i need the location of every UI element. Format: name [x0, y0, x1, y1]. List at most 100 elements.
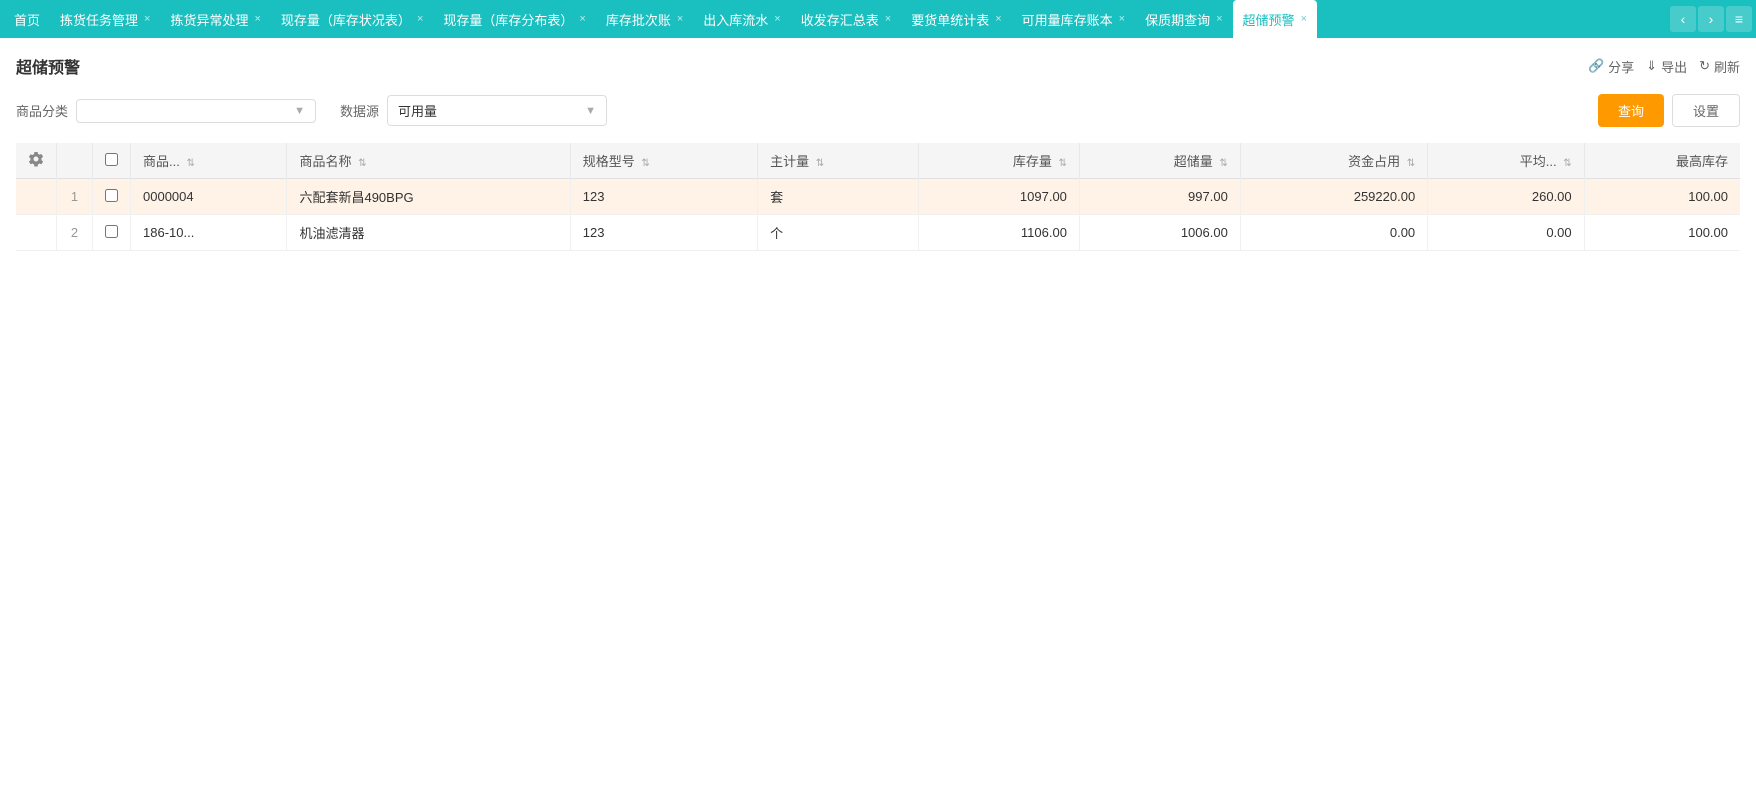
row-avg: 0.00: [1428, 215, 1584, 251]
close-icon[interactable]: ×: [254, 13, 260, 25]
row-unit: 套: [758, 179, 919, 215]
col-header-avg[interactable]: 平均... ⇅: [1428, 143, 1584, 179]
settings-button[interactable]: 设置: [1672, 94, 1740, 127]
close-icon[interactable]: ×: [774, 13, 780, 25]
col-header-overstock[interactable]: 超储量 ⇅: [1079, 143, 1240, 179]
category-label: 商品分类: [16, 101, 68, 120]
sort-icon: ⇅: [1407, 158, 1415, 169]
page-title: 超储预警: [16, 54, 80, 78]
datasource-select-value: 可用量: [398, 101, 437, 120]
row-settings-cell: [16, 179, 57, 215]
page-header: 超储预警 🔗 分享 ⇓ 导出 ↻ 刷新: [16, 54, 1740, 78]
export-button[interactable]: ⇓ 导出: [1646, 57, 1687, 76]
nav-inout-flow[interactable]: 出入库流水 ×: [693, 0, 790, 38]
filter-category: 商品分类 ▼: [16, 99, 316, 123]
table-row: 2 186-10... 机油滤清器 123 个 1106.00 1006.00 …: [16, 215, 1740, 251]
col-header-stock[interactable]: 库存量 ⇅: [919, 143, 1080, 179]
row-product-code: 0000004: [131, 179, 287, 215]
nav-collect-summary[interactable]: 收发存汇总表 ×: [791, 0, 901, 38]
nav-home[interactable]: 首页: [4, 0, 50, 38]
row-overstock: 1006.00: [1079, 215, 1240, 251]
share-button[interactable]: 🔗 分享: [1588, 57, 1634, 76]
row-spec: 123: [570, 179, 757, 215]
select-all-checkbox[interactable]: [105, 153, 118, 166]
row-product-name: 机油滤清器: [287, 215, 570, 251]
export-icon: ⇓: [1646, 58, 1657, 74]
nav-pinhuo-task[interactable]: 拣货任务管理 ×: [50, 0, 160, 38]
close-icon[interactable]: ×: [579, 13, 585, 25]
row-settings-cell: [16, 215, 57, 251]
chevron-down-icon: ▼: [585, 105, 596, 117]
query-button[interactable]: 查询: [1598, 94, 1664, 127]
filter-actions: 查询 设置: [1598, 94, 1740, 127]
share-icon: 🔗: [1588, 58, 1604, 74]
datasource-label: 数据源: [340, 101, 379, 120]
row-stock: 1097.00: [919, 179, 1080, 215]
sort-icon: ⇅: [186, 158, 194, 169]
close-icon[interactable]: ×: [1119, 13, 1125, 25]
refresh-icon: ↻: [1699, 58, 1710, 74]
col-header-capital[interactable]: 资金占用 ⇅: [1240, 143, 1427, 179]
datasource-select[interactable]: 可用量 ▼: [387, 95, 607, 126]
col-header-settings: [16, 143, 57, 179]
sort-icon: ⇅: [1059, 158, 1067, 169]
sort-icon: ⇅: [641, 158, 649, 169]
close-icon[interactable]: ×: [1216, 13, 1222, 25]
col-header-spec[interactable]: 规格型号 ⇅: [570, 143, 757, 179]
filter-datasource: 数据源 可用量 ▼: [340, 95, 607, 126]
col-header-unit[interactable]: 主计量 ⇅: [758, 143, 919, 179]
nav-inventory-dist[interactable]: 现存量（库存分布表） ×: [433, 0, 595, 38]
row-product-code: 186-10...: [131, 215, 287, 251]
row-unit: 个: [758, 215, 919, 251]
nav-over-storage[interactable]: 超储预警 ×: [1233, 0, 1317, 38]
row-product-name: 六配套新昌490BPG: [287, 179, 570, 215]
row-stock: 1106.00: [919, 215, 1080, 251]
row-overstock: 997.00: [1079, 179, 1240, 215]
table-row: 1 0000004 六配套新昌490BPG 123 套 1097.00 997.…: [16, 179, 1740, 215]
category-select[interactable]: ▼: [76, 99, 316, 123]
row-capital: 0.00: [1240, 215, 1427, 251]
close-icon[interactable]: ×: [885, 13, 891, 25]
nav-inventory-status[interactable]: 现存量（库存状况表） ×: [271, 0, 433, 38]
row-spec: 123: [570, 215, 757, 251]
nav-batch-account[interactable]: 库存批次账 ×: [596, 0, 693, 38]
close-icon[interactable]: ×: [144, 13, 150, 25]
row-max-stock: 100.00: [1584, 179, 1740, 215]
col-header-checkbox[interactable]: [93, 143, 131, 179]
sort-icon: ⇅: [358, 158, 366, 169]
row-checkbox[interactable]: [105, 189, 118, 202]
nav-requisition-stat[interactable]: 要货单统计表 ×: [901, 0, 1011, 38]
sort-icon: ⇅: [1563, 158, 1571, 169]
col-header-product-code[interactable]: 商品... ⇅: [131, 143, 287, 179]
top-nav: 首页 拣货任务管理 × 拣货异常处理 × 现存量（库存状况表） × 现存量（库存…: [0, 0, 1756, 38]
row-checkbox[interactable]: [105, 225, 118, 238]
nav-arrows: ‹ › ≡: [1670, 6, 1752, 32]
table-header-row: 商品... ⇅ 商品名称 ⇅ 规格型号 ⇅ 主计量 ⇅ 库存量 ⇅: [16, 143, 1740, 179]
header-actions: 🔗 分享 ⇓ 导出 ↻ 刷新: [1588, 57, 1740, 76]
close-icon[interactable]: ×: [1301, 13, 1307, 25]
row-checkbox-cell[interactable]: [93, 215, 131, 251]
nav-next-button[interactable]: ›: [1698, 6, 1724, 32]
sort-icon: ⇅: [816, 158, 824, 169]
row-checkbox-cell[interactable]: [93, 179, 131, 215]
gear-icon[interactable]: [28, 151, 44, 167]
nav-more-button[interactable]: ≡: [1726, 6, 1752, 32]
row-index: 2: [57, 215, 93, 251]
col-header-product-name[interactable]: 商品名称 ⇅: [287, 143, 570, 179]
nav-pinhuo-exception[interactable]: 拣货异常处理 ×: [160, 0, 270, 38]
close-icon[interactable]: ×: [417, 13, 423, 25]
col-header-index: [57, 143, 93, 179]
refresh-button[interactable]: ↻ 刷新: [1699, 57, 1740, 76]
close-icon[interactable]: ×: [677, 13, 683, 25]
filter-bar: 商品分类 ▼ 数据源 可用量 ▼ 查询 设置: [16, 94, 1740, 127]
col-header-max-stock[interactable]: 最高库存: [1584, 143, 1740, 179]
nav-expiry-query[interactable]: 保质期查询 ×: [1135, 0, 1232, 38]
nav-prev-button[interactable]: ‹: [1670, 6, 1696, 32]
row-capital: 259220.00: [1240, 179, 1427, 215]
row-index: 1: [57, 179, 93, 215]
row-max-stock: 100.00: [1584, 215, 1740, 251]
row-avg: 260.00: [1428, 179, 1584, 215]
close-icon[interactable]: ×: [995, 13, 1001, 25]
data-table: 商品... ⇅ 商品名称 ⇅ 规格型号 ⇅ 主计量 ⇅ 库存量 ⇅: [16, 143, 1740, 251]
nav-available-account[interactable]: 可用量库存账本 ×: [1012, 0, 1135, 38]
